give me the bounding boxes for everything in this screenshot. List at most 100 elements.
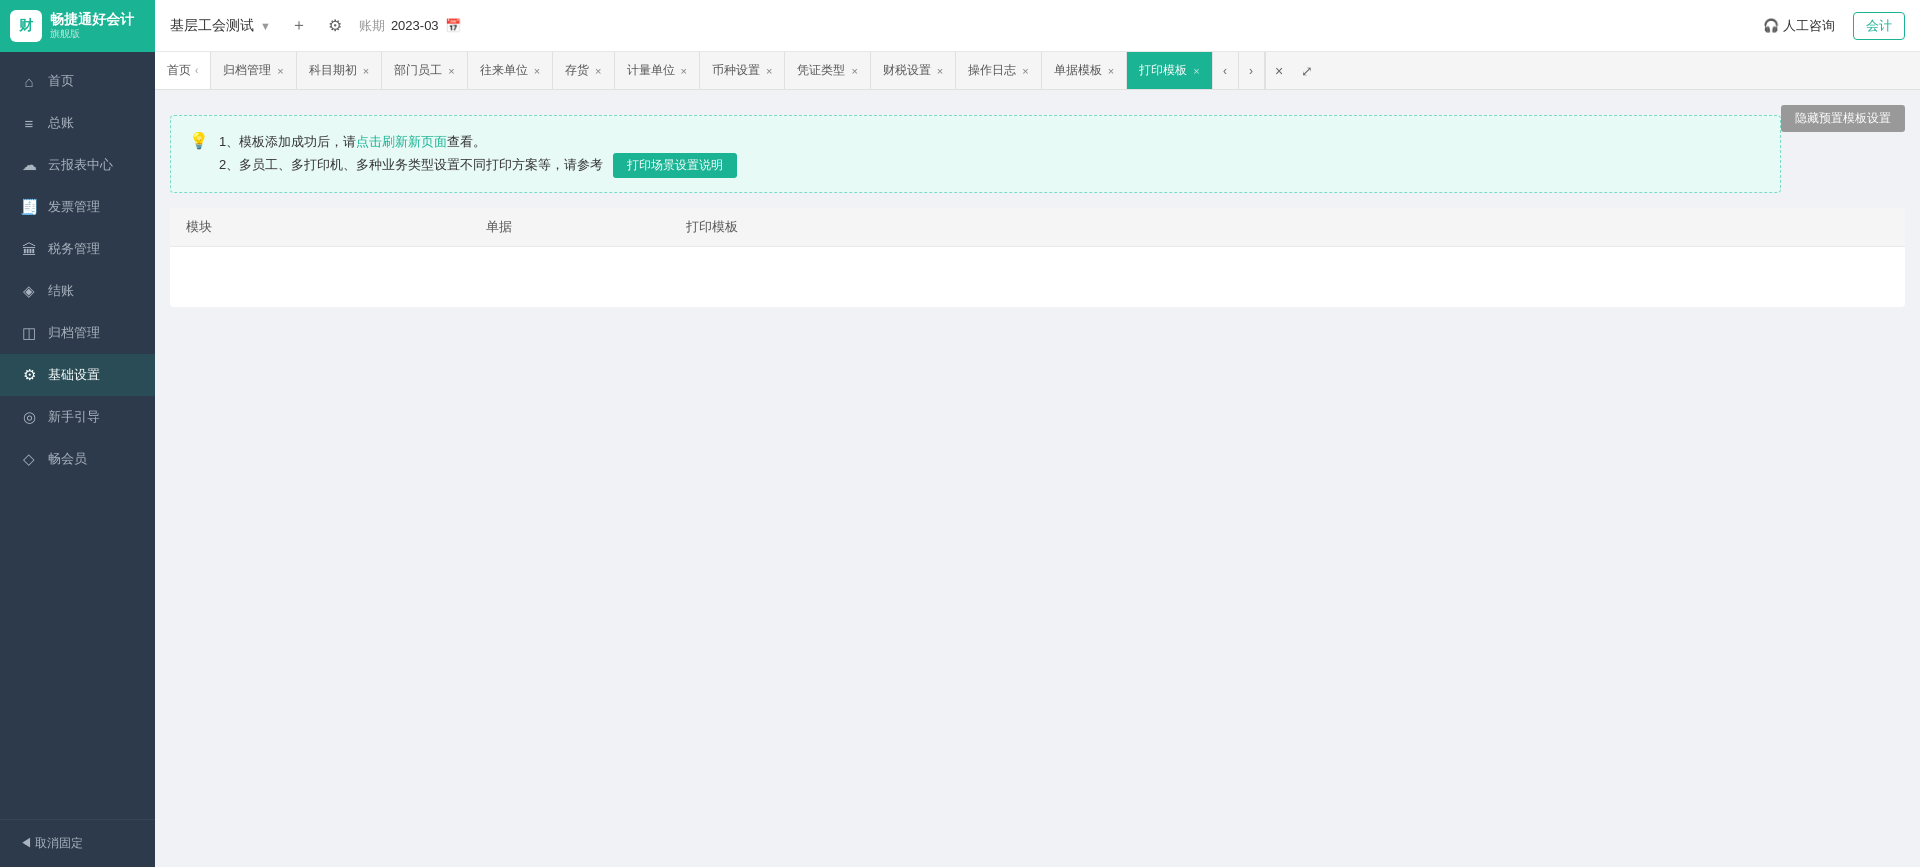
unpin-button[interactable]: ◀ 取消固定 — [0, 819, 155, 867]
tab-single-template-close[interactable]: × — [1108, 65, 1114, 77]
sidebar-item-label-guide: 新手引导 — [48, 408, 100, 426]
tab-voucher-type[interactable]: 凭证类型 × — [785, 52, 870, 89]
tab-scroll-left-button[interactable]: ‹ — [1213, 52, 1239, 89]
tab-single-template[interactable]: 单据模板 × — [1042, 52, 1127, 89]
sidebar-item-label-invoice: 发票管理 — [48, 198, 100, 216]
sidebar-item-guide[interactable]: ◎ 新手引导 — [0, 396, 155, 438]
tab-currency-label: 币种设置 — [712, 62, 760, 79]
guide-icon: ◎ — [20, 408, 38, 426]
tab-print-template[interactable]: 打印模板 × — [1127, 52, 1212, 89]
settings-icon-button[interactable]: ⚙ — [321, 12, 349, 40]
notice-refresh-link[interactable]: 点击刷新新页面 — [356, 134, 447, 149]
tab-home[interactable]: 首页 ‹ — [155, 52, 211, 89]
sidebar-item-label-tax: 税务管理 — [48, 240, 100, 258]
col-module: 模块 — [170, 208, 470, 246]
app-edition: 旗舰版 — [50, 27, 134, 41]
period-value: 2023-03 — [391, 18, 439, 33]
tab-tax-setting-label: 财税设置 — [883, 62, 931, 79]
notice-content: 1、模板添加成功后，请点击刷新新页面查看。 2、多员工、多打印机、多种业务类型设… — [219, 130, 737, 178]
basic-icon: ⚙ — [20, 366, 38, 384]
tab-currency-close[interactable]: × — [766, 65, 772, 77]
sidebar-item-settle[interactable]: ◈ 结账 — [0, 270, 155, 312]
period-info: 账期 2023-03 📅 — [359, 17, 461, 35]
tab-dept-close[interactable]: × — [448, 65, 454, 77]
calendar-icon[interactable]: 📅 — [445, 18, 461, 33]
sidebar-item-basic[interactable]: ⚙ 基础设置 — [0, 354, 155, 396]
tab-single-template-label: 单据模板 — [1054, 62, 1102, 79]
logo-icon: 财 — [10, 10, 42, 42]
tab-print-template-label: 打印模板 — [1139, 62, 1187, 79]
bulb-icon: 💡 — [189, 131, 209, 178]
sidebar-item-tax[interactable]: 🏛 税务管理 — [0, 228, 155, 270]
notice-box: 💡 1、模板添加成功后，请点击刷新新页面查看。 2、多员工、多打印机、多种业务类… — [170, 115, 1781, 193]
tab-subject-close[interactable]: × — [363, 65, 369, 77]
tab-archive-mgmt-close[interactable]: × — [277, 65, 283, 77]
unpin-label: ◀ 取消固定 — [20, 835, 83, 852]
tab-tax-setting[interactable]: 财税设置 × — [871, 52, 956, 89]
tab-dept[interactable]: 部门员工 × — [382, 52, 467, 89]
home-icon: ⌂ — [20, 73, 38, 90]
tab-bar: 首页 ‹ 归档管理 × 科目期初 × 部门员工 × 往来单位 × 存货 × 计量… — [155, 52, 1920, 90]
tab-home-arrow: ‹ — [195, 65, 198, 76]
notice-line2-prefix: 2、多员工、多打印机、多种业务类型设置不同打印方案等，请参考 — [219, 157, 603, 172]
sidebar-item-label-member: 畅会员 — [48, 450, 87, 468]
tab-inventory[interactable]: 存货 × — [553, 52, 614, 89]
member-icon: ◇ — [20, 450, 38, 468]
sidebar-item-label-ledger: 总账 — [48, 114, 74, 132]
sidebar-nav: ⌂ 首页 ≡ 总账 ☁ 云报表中心 🧾 发票管理 🏛 税务管理 ◈ 结账 ◫ 归… — [0, 52, 155, 819]
reports-icon: ☁ — [20, 156, 38, 174]
col-template: 打印模板 — [670, 208, 1905, 246]
tab-archive-mgmt[interactable]: 归档管理 × — [211, 52, 296, 89]
tab-partner-close[interactable]: × — [534, 65, 540, 77]
tab-tax-setting-close[interactable]: × — [937, 65, 943, 77]
tab-partner[interactable]: 往来单位 × — [468, 52, 553, 89]
hide-template-button[interactable]: 隐藏预置模板设置 — [1781, 105, 1905, 132]
period-label: 账期 — [359, 17, 385, 35]
header-actions: ＋ ⚙ — [285, 12, 349, 40]
chevron-down-icon: ▼ — [260, 20, 271, 32]
tab-home-label: 首页 — [167, 62, 191, 79]
company-name: 基层工会测试 — [170, 17, 254, 35]
sidebar-item-home[interactable]: ⌂ 首页 — [0, 60, 155, 102]
sidebar-item-invoice[interactable]: 🧾 发票管理 — [0, 186, 155, 228]
customer-service-button[interactable]: 🎧 人工咨询 — [1755, 13, 1843, 39]
content-inner: 隐藏预置模板设置 💡 1、模板添加成功后，请点击刷新新页面查看。 2、多员工、多… — [155, 90, 1920, 322]
ledger-icon: ≡ — [20, 115, 38, 132]
tab-operation-log-label: 操作日志 — [968, 62, 1016, 79]
tab-archive-mgmt-label: 归档管理 — [223, 62, 271, 79]
add-tab-button[interactable]: ＋ — [285, 12, 313, 40]
table-body-empty — [170, 247, 1905, 307]
logo-area: 财 畅捷通好会计 旗舰版 — [0, 0, 155, 52]
account-button[interactable]: 会计 — [1853, 12, 1905, 40]
sidebar-item-label-home: 首页 — [48, 72, 74, 90]
tab-unit-close[interactable]: × — [681, 65, 687, 77]
sidebar-item-reports[interactable]: ☁ 云报表中心 — [0, 144, 155, 186]
tab-unit[interactable]: 计量单位 × — [615, 52, 700, 89]
col-doc: 单据 — [470, 208, 670, 246]
notice-line2: 2、多员工、多打印机、多种业务类型设置不同打印方案等，请参考 打印场景设置说明 — [219, 153, 737, 178]
customer-service-label: 人工咨询 — [1783, 17, 1835, 35]
tab-subject[interactable]: 科目期初 × — [297, 52, 382, 89]
sidebar-item-ledger[interactable]: ≡ 总账 — [0, 102, 155, 144]
company-selector[interactable]: 基层工会测试 ▼ — [170, 17, 271, 35]
tab-voucher-type-close[interactable]: × — [851, 65, 857, 77]
sidebar-item-label-reports: 云报表中心 — [48, 156, 113, 174]
tab-inventory-close[interactable]: × — [595, 65, 601, 77]
notice-line1: 1、模板添加成功后，请点击刷新新页面查看。 — [219, 130, 737, 153]
tab-scroll-right-button[interactable]: › — [1239, 52, 1265, 89]
expand-button[interactable]: ⤢ — [1293, 52, 1321, 89]
tab-print-template-close[interactable]: × — [1193, 65, 1199, 77]
sidebar-item-label-settle: 结账 — [48, 282, 74, 300]
help-print-button[interactable]: 打印场景设置说明 — [613, 153, 737, 178]
content-area: 隐藏预置模板设置 💡 1、模板添加成功后，请点击刷新新页面查看。 2、多员工、多… — [155, 90, 1920, 867]
close-all-tabs-button[interactable]: × — [1265, 52, 1293, 89]
sidebar-item-label-archive: 归档管理 — [48, 324, 100, 342]
sidebar-item-archive[interactable]: ◫ 归档管理 — [0, 312, 155, 354]
table-header: 模块 单据 打印模板 — [170, 208, 1905, 247]
tab-operation-log-close[interactable]: × — [1022, 65, 1028, 77]
tab-dept-label: 部门员工 — [394, 62, 442, 79]
tab-currency[interactable]: 币种设置 × — [700, 52, 785, 89]
notice-line1-suffix: 查看。 — [447, 134, 486, 149]
sidebar-item-member[interactable]: ◇ 畅会员 — [0, 438, 155, 480]
tab-operation-log[interactable]: 操作日志 × — [956, 52, 1041, 89]
